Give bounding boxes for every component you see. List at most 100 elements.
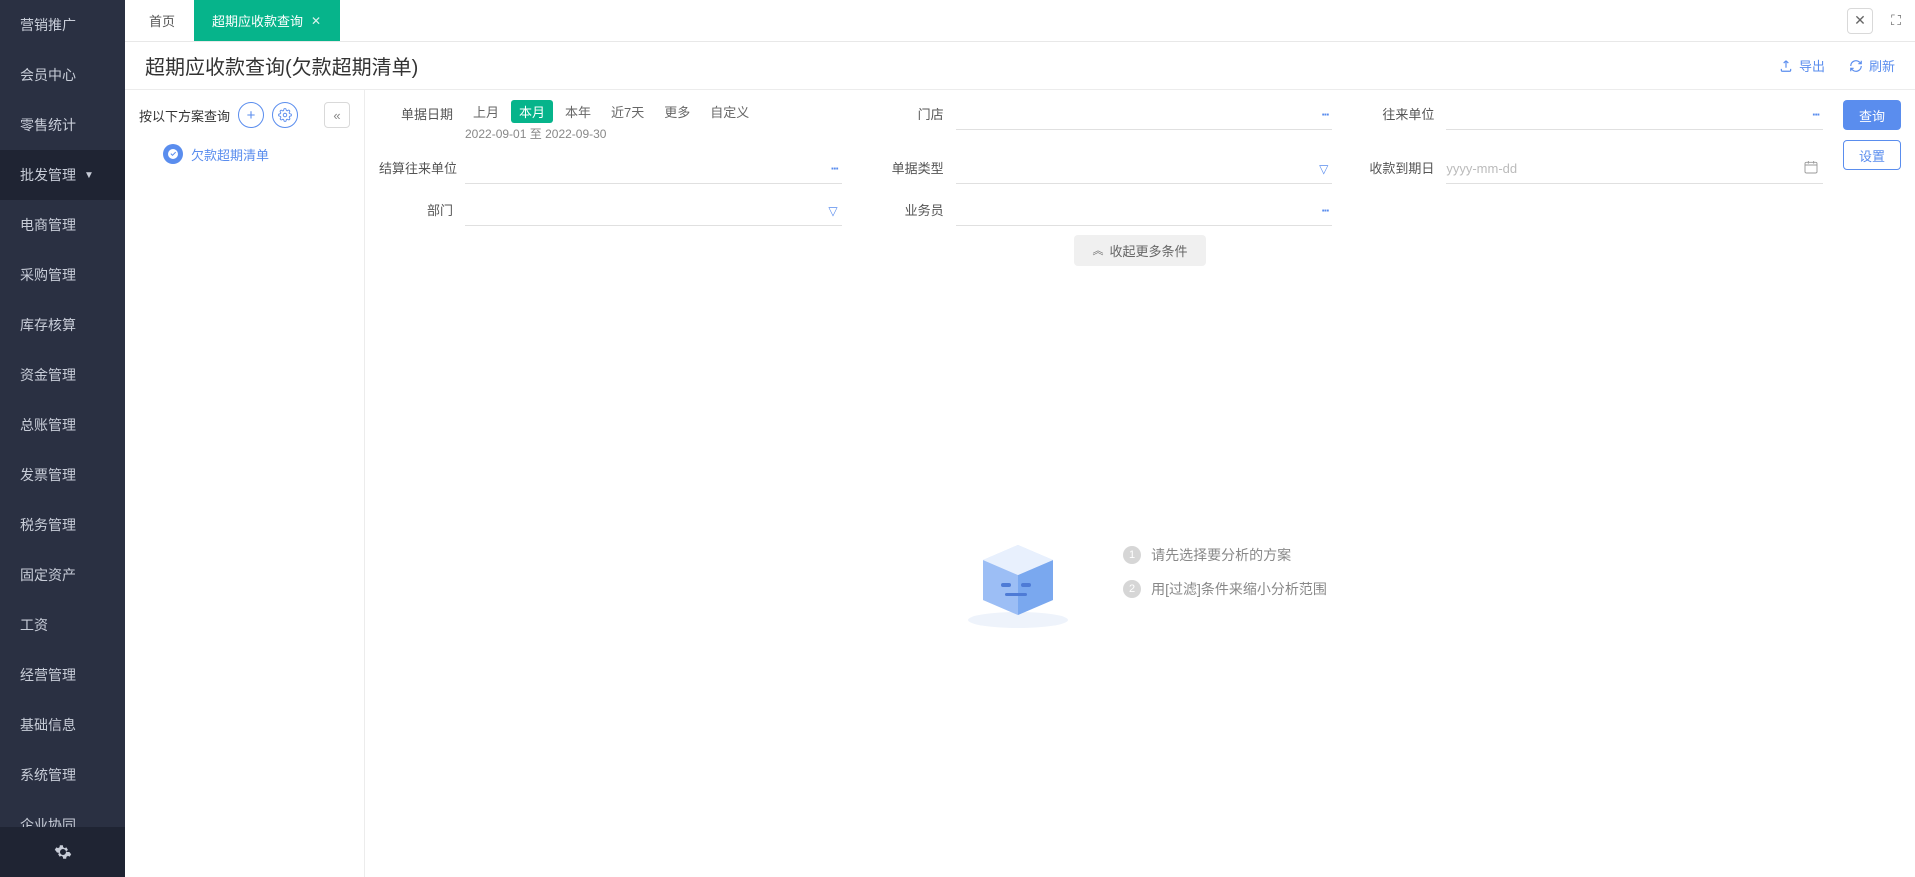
sidebar-item-label: 采购管理 xyxy=(20,265,76,285)
more-icon[interactable]: ··· xyxy=(831,161,842,176)
sidebar: 营销推广 会员中心 零售统计 批发管理 ▼ 电商管理 采购管理 库存核算 资金管理… xyxy=(0,0,125,877)
sidebar-item-funds[interactable]: 资金管理 xyxy=(0,350,125,400)
close-icon[interactable]: ✕ xyxy=(311,14,321,28)
calendar-icon[interactable] xyxy=(1803,159,1823,178)
sidebar-item-label: 基础信息 xyxy=(20,715,76,735)
fullscreen-icon: ⛶ xyxy=(1891,12,1901,29)
sidebar-item-ledger[interactable]: 总账管理 xyxy=(0,400,125,450)
filter-label: 门店 xyxy=(870,100,956,130)
export-button[interactable]: 导出 xyxy=(1779,56,1825,75)
plan-collapse-button[interactable]: « xyxy=(324,102,350,128)
sidebar-item-label: 系统管理 xyxy=(20,765,76,785)
sidebar-item-ecommerce[interactable]: 电商管理 xyxy=(0,200,125,250)
sidebar-settings-button[interactable] xyxy=(0,827,125,877)
query-button[interactable]: 查询 xyxy=(1843,100,1901,130)
settings-button[interactable]: 设置 xyxy=(1843,140,1901,170)
correspondent-input[interactable]: ··· xyxy=(1446,100,1823,130)
filter-label: 单据类型 xyxy=(870,154,956,184)
sidebar-item-tax[interactable]: 税务管理 xyxy=(0,500,125,550)
sidebar-item-wholesale[interactable]: 批发管理 ▼ xyxy=(0,150,125,200)
refresh-label: 刷新 xyxy=(1869,56,1895,75)
settle-correspondent-input[interactable]: ··· xyxy=(465,154,842,184)
date-opt-this-month[interactable]: 本月 xyxy=(511,100,553,123)
store-input[interactable]: ··· xyxy=(956,100,1333,130)
bill-type-select[interactable]: ▽ xyxy=(956,154,1333,184)
sidebar-item-invoice[interactable]: 发票管理 xyxy=(0,450,125,500)
sidebar-item-marketing[interactable]: 营销推广 xyxy=(0,0,125,50)
plan-settings-button[interactable] xyxy=(272,102,298,128)
filter-label: 单据日期 xyxy=(379,100,465,130)
plan-column: 按以下方案查询 + « 欠款超期清单 xyxy=(125,90,365,877)
sidebar-item-biz-mgmt[interactable]: 经营管理 xyxy=(0,650,125,700)
sidebar-item-enterprise[interactable]: 企业协同 xyxy=(0,800,125,827)
fullscreen-button[interactable]: ⛶ xyxy=(1883,8,1909,34)
main: 首页 超期应收款查询✕ ✕ ⛶ 超期应收款查询(欠款超期清单) 导出 刷新 xyxy=(125,0,1915,877)
date-opt-this-year[interactable]: 本年 xyxy=(557,100,599,123)
sidebar-item-label: 电商管理 xyxy=(20,215,76,235)
filter-correspondent: 往来单位 ··· xyxy=(1360,100,1823,142)
sidebar-item-label: 税务管理 xyxy=(20,515,76,535)
sidebar-item-purchase[interactable]: 采购管理 xyxy=(0,250,125,300)
sidebar-item-member[interactable]: 会员中心 xyxy=(0,50,125,100)
more-icon[interactable]: ··· xyxy=(1812,107,1823,122)
plan-item-label: 欠款超期清单 xyxy=(191,145,269,164)
collapse-label: 收起更多条件 xyxy=(1109,241,1187,260)
date-opt-custom[interactable]: 自定义 xyxy=(702,100,757,123)
empty-illustration-icon xyxy=(953,505,1083,638)
filter-bill-type: 单据类型 ▽ xyxy=(870,154,1333,184)
tab-home[interactable]: 首页 xyxy=(131,0,194,41)
sidebar-item-label: 工资 xyxy=(20,615,48,635)
tab-overdue-receivable[interactable]: 超期应收款查询✕ xyxy=(194,0,340,41)
collapse-conditions-button[interactable]: ︽ 收起更多条件 xyxy=(1074,235,1205,266)
sidebar-item-salary[interactable]: 工资 xyxy=(0,600,125,650)
export-label: 导出 xyxy=(1799,56,1825,75)
filter-store: 门店 ··· xyxy=(870,100,1333,142)
sidebar-item-label: 会员中心 xyxy=(20,65,76,85)
date-opt-prev-month[interactable]: 上月 xyxy=(465,100,507,123)
filter-label: 收款到期日 xyxy=(1360,154,1446,184)
plus-icon: + xyxy=(247,107,256,124)
add-plan-button[interactable]: + xyxy=(238,102,264,128)
empty-step-2: 2用[过滤]条件来缩小分析范围 xyxy=(1123,579,1327,599)
more-icon[interactable]: ··· xyxy=(1321,203,1332,218)
filter-clerk: 业务员 ··· xyxy=(870,196,1333,226)
filter-label: 往来单位 xyxy=(1360,100,1446,130)
empty-step-1: 1请先选择要分析的方案 xyxy=(1123,545,1327,565)
filter-due-date: 收款到期日 yyyy-mm-dd xyxy=(1360,154,1823,184)
empty-step-text: 用[过滤]条件来缩小分析范围 xyxy=(1151,579,1327,599)
filter-settle-correspondent: 结算往来单位 ··· xyxy=(379,154,842,184)
more-icon[interactable]: ··· xyxy=(1321,107,1332,122)
clerk-input[interactable]: ··· xyxy=(956,196,1333,226)
sidebar-item-system[interactable]: 系统管理 xyxy=(0,750,125,800)
refresh-icon xyxy=(1849,59,1863,73)
plan-header-label: 按以下方案查询 xyxy=(139,106,230,125)
sidebar-item-label: 固定资产 xyxy=(20,565,76,585)
sidebar-item-retail-stats[interactable]: 零售统计 xyxy=(0,100,125,150)
tab-bar: 首页 超期应收款查询✕ ✕ ⛶ xyxy=(125,0,1915,42)
chevron-down-icon: ▽ xyxy=(828,204,841,218)
dept-select[interactable]: ▽ xyxy=(465,196,842,226)
plan-item-overdue-list[interactable]: 欠款超期清单 xyxy=(125,134,364,174)
sidebar-item-basic-info[interactable]: 基础信息 xyxy=(0,700,125,750)
filter-label: 业务员 xyxy=(870,196,956,226)
filter-label: 部门 xyxy=(379,196,465,226)
sidebar-item-fixed-asset[interactable]: 固定资产 xyxy=(0,550,125,600)
sidebar-item-label: 资金管理 xyxy=(20,365,76,385)
tabs-close-button[interactable]: ✕ xyxy=(1847,8,1873,34)
tab-label: 首页 xyxy=(149,11,175,30)
caret-down-icon: ▼ xyxy=(84,170,94,181)
page-title: 超期应收款查询(欠款超期清单) xyxy=(145,51,418,80)
chevron-up-icon: ︽ xyxy=(1092,242,1103,258)
date-range-display: 2022-09-01 至 2022-09-30 xyxy=(465,125,606,142)
sidebar-item-label: 总账管理 xyxy=(20,415,76,435)
date-opt-last7[interactable]: 近7天 xyxy=(603,100,652,123)
date-opt-more[interactable]: 更多 xyxy=(656,100,698,123)
sidebar-item-inventory[interactable]: 库存核算 xyxy=(0,300,125,350)
chevron-down-icon: ▽ xyxy=(1319,162,1332,176)
page-bar: 超期应收款查询(欠款超期清单) 导出 刷新 xyxy=(125,42,1915,90)
plan-item-icon xyxy=(163,144,183,164)
due-date-input[interactable]: yyyy-mm-dd xyxy=(1446,154,1823,184)
sidebar-item-label: 发票管理 xyxy=(20,465,76,485)
sidebar-item-label: 批发管理 xyxy=(20,165,76,185)
refresh-button[interactable]: 刷新 xyxy=(1849,56,1895,75)
